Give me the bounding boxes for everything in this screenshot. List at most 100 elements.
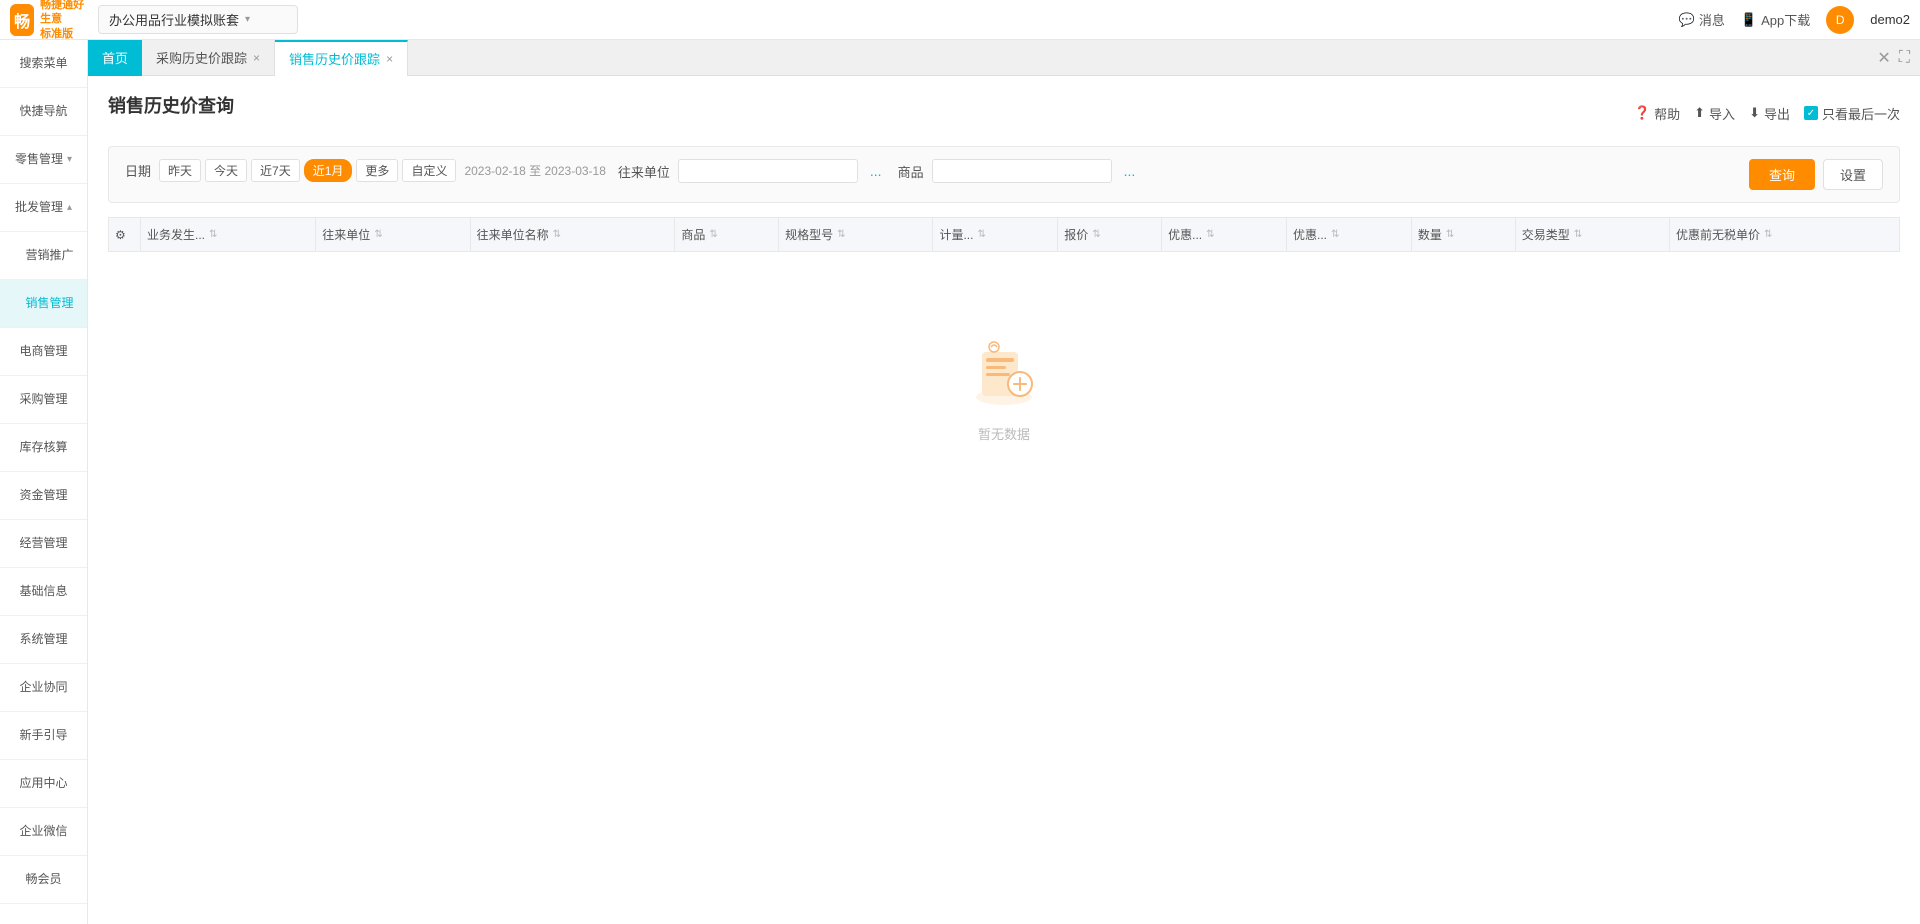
th-discount2[interactable]: 优惠... ⇅ [1287, 218, 1412, 252]
logo-icon: 畅 [10, 4, 34, 36]
sort-icon: ⇅ [1206, 229, 1214, 240]
sidebar-item-label: 库存核算 [19, 439, 67, 456]
purchase-history-tab-label: 采购历史价跟踪 [156, 48, 247, 67]
help-button[interactable]: ❓ 帮助 [1634, 104, 1680, 123]
goods-picker-icon[interactable]: ... [1120, 163, 1140, 179]
app-title-selector[interactable]: 办公用品行业模拟账套 ▾ [98, 5, 298, 34]
page-content: 销售历史价查询 ❓ 帮助 ⬆ 导入 ⬇ 导出 [88, 76, 1920, 924]
message-button[interactable]: 💬 消息 [1679, 10, 1725, 29]
close-tab1-icon[interactable]: × [253, 51, 260, 65]
date-btn-more[interactable]: 更多 [356, 159, 398, 182]
tab-sales-history[interactable]: 销售历史价跟踪 × [275, 40, 408, 76]
sidebar-item-app-center[interactable]: 应用中心 [0, 760, 87, 808]
tab-home[interactable]: 首页 [88, 40, 142, 76]
main-layout: 搜索菜单 快捷导航 零售管理 ▾ 批发管理 ▴ 营销推广 销售管理 电商管理 采 [0, 40, 1920, 924]
th-spec[interactable]: 规格型号 ⇅ [779, 218, 933, 252]
sort-icon: ⇅ [977, 229, 985, 240]
sidebar-item-ecommerce-mgmt[interactable]: 电商管理 [0, 328, 87, 376]
user-avatar[interactable]: D [1826, 6, 1854, 34]
partner-input[interactable] [678, 159, 858, 183]
sidebar-item-label: 零售管理 [15, 151, 63, 168]
topbar: 畅 畅捷通好生意标准版 办公用品行业模拟账套 ▾ 💬 消息 📱 App下载 D … [0, 0, 1920, 40]
tab-purchase-history[interactable]: 采购历史价跟踪 × [142, 40, 275, 76]
sidebar-item-ops-mgmt[interactable]: 经营管理 [0, 520, 87, 568]
avatar-text: D [1836, 13, 1845, 27]
th-discount1[interactable]: 优惠... ⇅ [1162, 218, 1287, 252]
only-last-checkbox[interactable]: 只看最后一次 [1804, 104, 1900, 123]
th-trade-type[interactable]: 交易类型 ⇅ [1515, 218, 1669, 252]
import-button[interactable]: ⬆ 导入 [1694, 104, 1735, 123]
partner-filter-label: 往来单位 [618, 162, 670, 181]
sort-icon: ⇅ [374, 229, 382, 240]
date-filter-label: 日期 [125, 161, 151, 180]
partner-picker-icon[interactable]: ... [866, 163, 886, 179]
sidebar-item-finance-mgmt[interactable]: 资金管理 [0, 472, 87, 520]
help-label: 帮助 [1654, 104, 1680, 123]
checkbox-checked-icon [1804, 106, 1818, 120]
sidebar-item-label: 资金管理 [19, 487, 67, 504]
tabs-actions: ✕ ⛶ [1877, 48, 1920, 68]
sales-history-tab-label: 销售历史价跟踪 [289, 49, 380, 68]
th-unit[interactable]: 计量... ⇅ [933, 218, 1058, 252]
sidebar-item-enterprise-coop[interactable]: 企业协同 [0, 664, 87, 712]
filter-actions: 查询 设置 [1749, 159, 1883, 190]
close-all-tabs-icon[interactable]: ✕ [1877, 48, 1890, 68]
sidebar-item-marketing[interactable]: 营销推广 [0, 232, 87, 280]
export-label: 导出 [1764, 104, 1790, 123]
sidebar-item-label: 企业微信 [19, 823, 67, 840]
date-range-text: 2023-02-18 至 2023-03-18 [464, 162, 605, 179]
goods-filter-group: 商品 ... [898, 159, 1140, 183]
sidebar-item-wholesale-mgmt[interactable]: 批发管理 ▴ [0, 184, 87, 232]
th-quantity[interactable]: 数量 ⇅ [1411, 218, 1515, 252]
th-biz-date[interactable]: 业务发生... ⇅ [141, 218, 316, 252]
content-area: 首页 采购历史价跟踪 × 销售历史价跟踪 × ✕ ⛶ 销售历史价查询 [88, 40, 1920, 924]
export-button[interactable]: ⬇ 导出 [1749, 104, 1790, 123]
date-btn-yesterday[interactable]: 昨天 [159, 159, 201, 182]
sidebar-item-label: 批发管理 [15, 199, 63, 216]
sidebar-item-label: 基础信息 [19, 583, 67, 600]
sort-icon: ⇅ [209, 229, 217, 240]
app-download-button[interactable]: 📱 App下载 [1741, 10, 1810, 29]
sort-icon: ⇅ [709, 229, 717, 240]
sidebar-item-sales-mgmt[interactable]: 销售管理 [0, 280, 87, 328]
sidebar-item-system-mgmt[interactable]: 系统管理 [0, 616, 87, 664]
sidebar-item-purchase-mgmt[interactable]: 采购管理 [0, 376, 87, 424]
sidebar-item-newcomer-guide[interactable]: 新手引导 [0, 712, 87, 760]
logo-symbol: 畅 [14, 8, 30, 32]
empty-state-icon [964, 332, 1044, 412]
th-gear[interactable]: ⚙ [109, 218, 141, 252]
close-tab2-icon[interactable]: × [386, 52, 393, 66]
sort-icon: ⇅ [1092, 229, 1100, 240]
sidebar-item-inventory-check[interactable]: 库存核算 [0, 424, 87, 472]
sort-icon: ⇅ [1331, 229, 1339, 240]
sidebar-item-quick-nav[interactable]: 快捷导航 [0, 88, 87, 136]
user-name[interactable]: demo2 [1870, 12, 1910, 27]
gear-icon: ⚙ [115, 228, 126, 242]
date-btn-today[interactable]: 今天 [205, 159, 247, 182]
app-download-label: App下载 [1761, 10, 1810, 29]
date-btn-last1month[interactable]: 近1月 [304, 159, 353, 182]
th-partner-code[interactable]: 往来单位 ⇅ [316, 218, 470, 252]
sidebar-item-search-menu[interactable]: 搜索菜单 [0, 40, 87, 88]
sidebar-item-retail-mgmt[interactable]: 零售管理 ▾ [0, 136, 87, 184]
th-goods[interactable]: 商品 ⇅ [675, 218, 779, 252]
expand-icon[interactable]: ⛶ [1899, 49, 1910, 67]
sidebar-item-label: 畅会员 [25, 871, 61, 888]
th-pretax-price[interactable]: 优惠前无税单价 ⇅ [1669, 218, 1899, 252]
th-partner-name[interactable]: 往来单位名称 ⇅ [470, 218, 675, 252]
settings-button[interactable]: 设置 [1823, 159, 1883, 190]
th-quote[interactable]: 报价 ⇅ [1058, 218, 1162, 252]
sort-icon: ⇅ [553, 229, 561, 240]
sidebar-item-enterprise-wechat[interactable]: 企业微信 [0, 808, 87, 856]
export-icon: ⬇ [1749, 105, 1760, 121]
import-icon: ⬆ [1694, 105, 1705, 121]
goods-input[interactable] [932, 159, 1112, 183]
sidebar-item-basic-info[interactable]: 基础信息 [0, 568, 87, 616]
date-btn-last7days[interactable]: 近7天 [251, 159, 300, 182]
message-icon: 💬 [1679, 12, 1695, 28]
date-btn-custom[interactable]: 自定义 [402, 159, 456, 182]
sidebar-item-vip-member[interactable]: 畅会员 [0, 856, 87, 904]
sort-icon: ⇅ [1446, 229, 1454, 240]
logo-area: 畅 畅捷通好生意标准版 [10, 0, 90, 41]
query-button[interactable]: 查询 [1749, 159, 1815, 190]
